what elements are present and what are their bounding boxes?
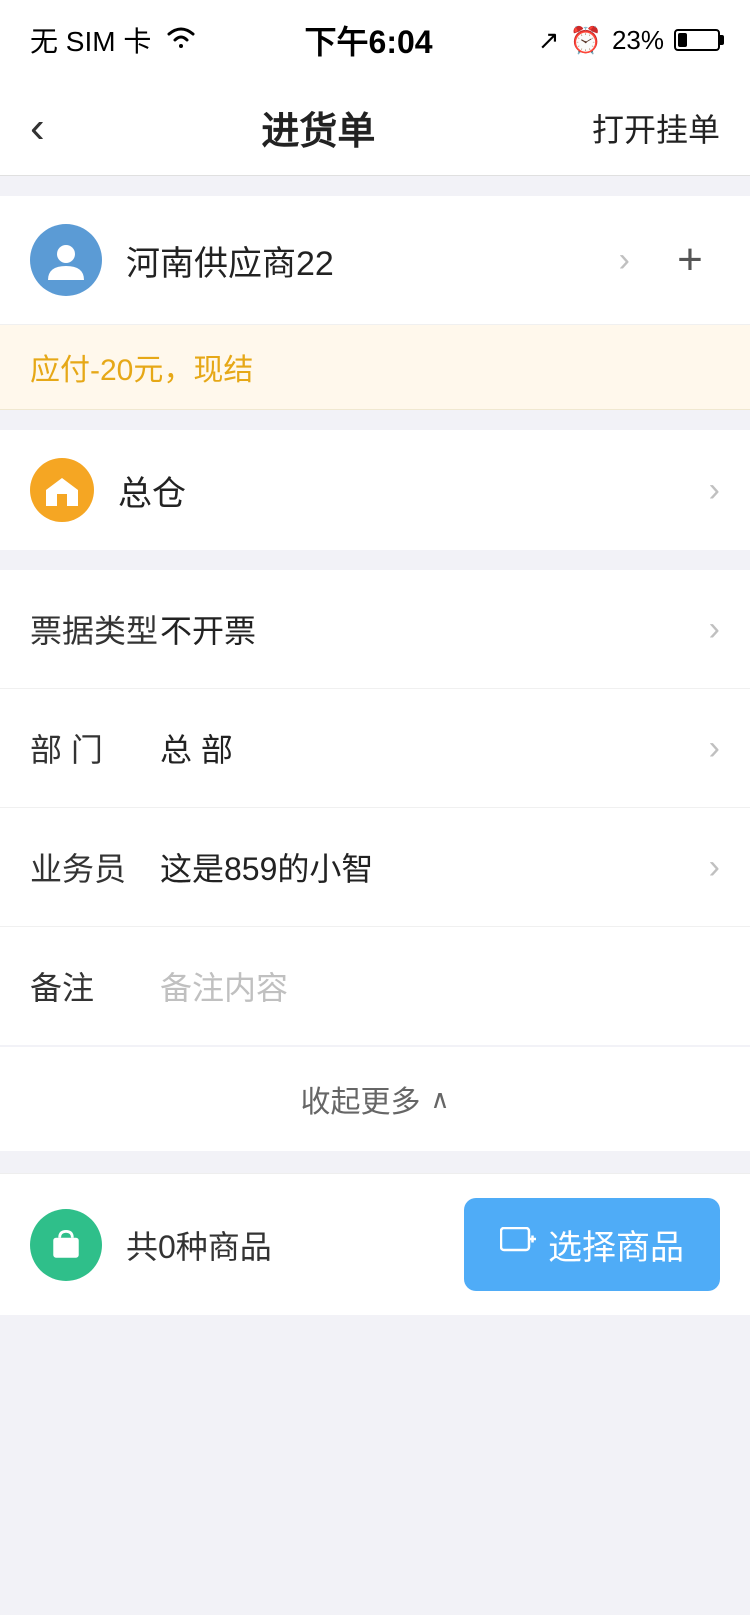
alarm-icon: ⏰ (570, 25, 602, 56)
invoice-type-value: 不开票 (160, 606, 709, 652)
nav-bar: ‹ 进货单 打开挂单 (0, 80, 750, 176)
wifi-icon (163, 24, 199, 57)
salesperson-value: 这是859的小智 (160, 844, 709, 890)
carrier-text: 无 SIM 卡 (30, 20, 151, 60)
status-time: 下午6:04 (305, 17, 433, 63)
supplier-chevron-icon: › (619, 241, 630, 280)
page-title: 进货单 (261, 100, 375, 155)
supplier-avatar (30, 224, 102, 296)
location-icon: ↗ (538, 25, 560, 56)
product-cart-icon (30, 1209, 102, 1281)
form-section: 票据类型 不开票 › 部 门 总 部 › 业务员 这是859的小智 › 备注 备… (0, 570, 750, 1045)
invoice-type-label: 票据类型 (30, 606, 160, 652)
add-supplier-button[interactable]: + (660, 230, 720, 290)
invoice-type-row[interactable]: 票据类型 不开票 › (0, 570, 750, 689)
salesperson-row[interactable]: 业务员 这是859的小智 › (0, 808, 750, 927)
warehouse-row[interactable]: 总仓 › (0, 430, 750, 550)
supplier-row: 河南供应商22 › + (0, 196, 750, 325)
back-button[interactable]: ‹ (30, 103, 45, 153)
warehouse-chevron-icon: › (709, 471, 720, 510)
salesperson-label: 业务员 (30, 844, 160, 890)
select-product-label: 选择商品 (548, 1220, 684, 1269)
bottom-bar: 共0种商品 选择商品 (0, 1173, 750, 1315)
status-right: ↗ ⏰ 23% (538, 25, 720, 56)
supplier-name: 河南供应商22 (126, 236, 619, 285)
status-left: 无 SIM 卡 (30, 20, 199, 60)
battery-icon (674, 29, 720, 51)
collapse-row[interactable]: 收起更多 ∧ (0, 1047, 750, 1151)
warehouse-name: 总仓 (118, 466, 709, 515)
remark-label: 备注 (30, 963, 160, 1009)
warehouse-icon (30, 458, 94, 522)
product-count-label: 共0种商品 (126, 1222, 464, 1268)
notice-banner: 应付-20元，现结 (0, 325, 750, 410)
section-gap-3 (0, 550, 750, 570)
section-gap-2 (0, 410, 750, 430)
department-value: 总 部 (160, 725, 709, 771)
status-bar: 无 SIM 卡 下午6:04 ↗ ⏰ 23% (0, 0, 750, 80)
department-row[interactable]: 部 门 总 部 › (0, 689, 750, 808)
department-label: 部 门 (30, 725, 160, 771)
page-background (0, 1315, 750, 1615)
section-gap-1 (0, 176, 750, 196)
collapse-label: 收起更多 (300, 1077, 420, 1121)
invoice-type-chevron-icon: › (709, 610, 720, 649)
department-chevron-icon: › (709, 729, 720, 768)
select-product-button[interactable]: 选择商品 (464, 1198, 720, 1291)
open-pending-button[interactable]: 打开挂单 (592, 105, 720, 151)
salesperson-chevron-icon: › (709, 848, 720, 887)
remark-row[interactable]: 备注 备注内容 (0, 927, 750, 1045)
section-gap-4 (0, 1151, 750, 1171)
battery-text: 23% (612, 25, 664, 56)
select-product-icon (500, 1225, 536, 1264)
collapse-icon: ∧ (430, 1084, 449, 1115)
remark-input[interactable]: 备注内容 (160, 963, 720, 1009)
